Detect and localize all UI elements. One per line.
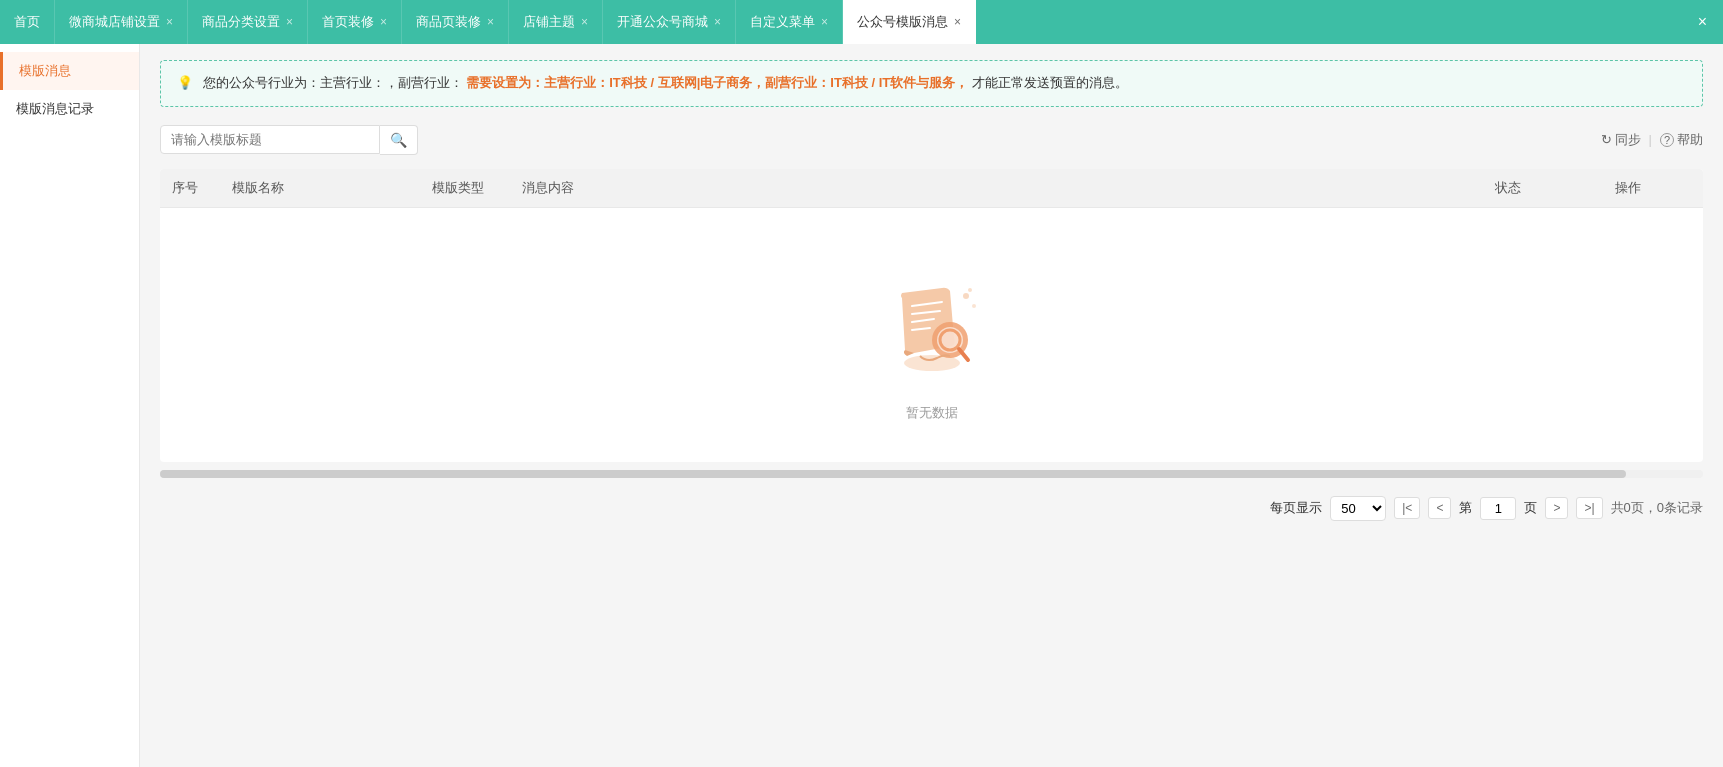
page-number-input[interactable] — [1480, 497, 1516, 520]
help-icon: ? — [1660, 133, 1674, 147]
page-size-label: 每页显示 — [1270, 499, 1322, 517]
nav-tab-wsc[interactable]: 微商城店铺设置 × — [55, 0, 188, 44]
notice-icon: 💡 — [177, 75, 193, 90]
sync-icon: ↻ — [1601, 132, 1612, 147]
main-layout: 模版消息 模版消息记录 💡 您的公众号行业为：主营行业：，副营行业： 需要设置为… — [0, 44, 1723, 767]
nav-tab-homepage[interactable]: 首页装修 × — [308, 0, 402, 44]
close-icon[interactable]: × — [954, 15, 961, 29]
horizontal-scrollbar[interactable] — [160, 470, 1703, 478]
empty-state: 暂无数据 — [160, 208, 1703, 462]
search-icon: 🔍 — [390, 132, 407, 148]
next-page-icon: > — [1553, 501, 1560, 515]
sidebar: 模版消息 模版消息记录 — [0, 44, 140, 767]
close-icon[interactable]: × — [714, 15, 721, 29]
nav-tab-home[interactable]: 首页 — [0, 0, 55, 44]
divider: | — [1649, 132, 1652, 147]
last-page-icon: >| — [1584, 501, 1594, 515]
nav-tab-category[interactable]: 商品分类设置 × — [188, 0, 308, 44]
empty-text: 暂无数据 — [160, 404, 1703, 422]
close-icon[interactable]: × — [380, 15, 387, 29]
nav-tab-mall[interactable]: 开通公众号商城 × — [603, 0, 736, 44]
close-icon[interactable]: × — [821, 15, 828, 29]
top-nav: 首页 微商城店铺设置 × 商品分类设置 × 首页装修 × 商品页装修 × 店铺主… — [0, 0, 1723, 44]
nav-tab-templatemsg[interactable]: 公众号模版消息 × — [843, 0, 976, 44]
close-all-button[interactable]: × — [1682, 13, 1723, 31]
notice-box: 💡 您的公众号行业为：主营行业：，副营行业： 需要设置为：主营行业：IT科技 /… — [160, 60, 1703, 107]
search-bar: 🔍 ↻ 同步 | ? 帮助 — [160, 125, 1703, 155]
col-header-action: 操作 — [1603, 169, 1703, 208]
sidebar-item-template-msg[interactable]: 模版消息 — [0, 52, 139, 90]
svg-point-10 — [972, 304, 976, 308]
page-size-select[interactable]: 50 10 20 100 — [1330, 496, 1386, 521]
nav-tab-theme[interactable]: 店铺主题 × — [509, 0, 603, 44]
nav-tab-product[interactable]: 商品页装修 × — [402, 0, 509, 44]
data-table: 序号 模版名称 模版类型 消息内容 状态 操作 — [160, 169, 1703, 462]
close-icon[interactable]: × — [581, 15, 588, 29]
empty-row: 暂无数据 — [160, 207, 1703, 462]
page-jump-prefix: 第 — [1459, 499, 1472, 517]
svg-point-11 — [968, 288, 972, 292]
page-unit: 页 — [1524, 499, 1537, 517]
next-page-button[interactable]: > — [1545, 497, 1568, 519]
close-icon[interactable]: × — [487, 15, 494, 29]
col-header-status: 状态 — [1483, 169, 1603, 208]
col-header-name: 模版名称 — [220, 169, 420, 208]
empty-illustration — [872, 268, 992, 388]
col-header-seq: 序号 — [160, 169, 220, 208]
close-icon[interactable]: × — [166, 15, 173, 29]
search-input[interactable] — [160, 125, 380, 154]
first-page-icon: |< — [1402, 501, 1412, 515]
pagination: 每页显示 50 10 20 100 |< < 第 页 > >| 共0页，0条记录 — [160, 486, 1703, 525]
first-page-button[interactable]: |< — [1394, 497, 1420, 519]
prev-page-icon: < — [1436, 501, 1443, 515]
total-label: 共0页，0条记录 — [1611, 499, 1703, 517]
close-icon[interactable]: × — [286, 15, 293, 29]
sidebar-item-template-log[interactable]: 模版消息记录 — [0, 90, 139, 128]
nav-tab-custommenu[interactable]: 自定义菜单 × — [736, 0, 843, 44]
prev-page-button[interactable]: < — [1428, 497, 1451, 519]
help-button[interactable]: ? 帮助 — [1660, 131, 1703, 149]
svg-point-9 — [963, 293, 969, 299]
search-button[interactable]: 🔍 — [380, 125, 418, 155]
col-header-content: 消息内容 — [510, 169, 1483, 208]
table-body: 暂无数据 — [160, 207, 1703, 462]
sync-help-area: ↻ 同步 | ? 帮助 — [1601, 131, 1703, 149]
scrollbar-thumb[interactable] — [160, 470, 1626, 478]
col-header-type: 模版类型 — [420, 169, 510, 208]
last-page-button[interactable]: >| — [1576, 497, 1602, 519]
table-header: 序号 模版名称 模版类型 消息内容 状态 操作 — [160, 169, 1703, 208]
sync-button[interactable]: ↻ 同步 — [1601, 131, 1641, 149]
main-content: 💡 您的公众号行业为：主营行业：，副营行业： 需要设置为：主营行业：IT科技 /… — [140, 44, 1723, 767]
